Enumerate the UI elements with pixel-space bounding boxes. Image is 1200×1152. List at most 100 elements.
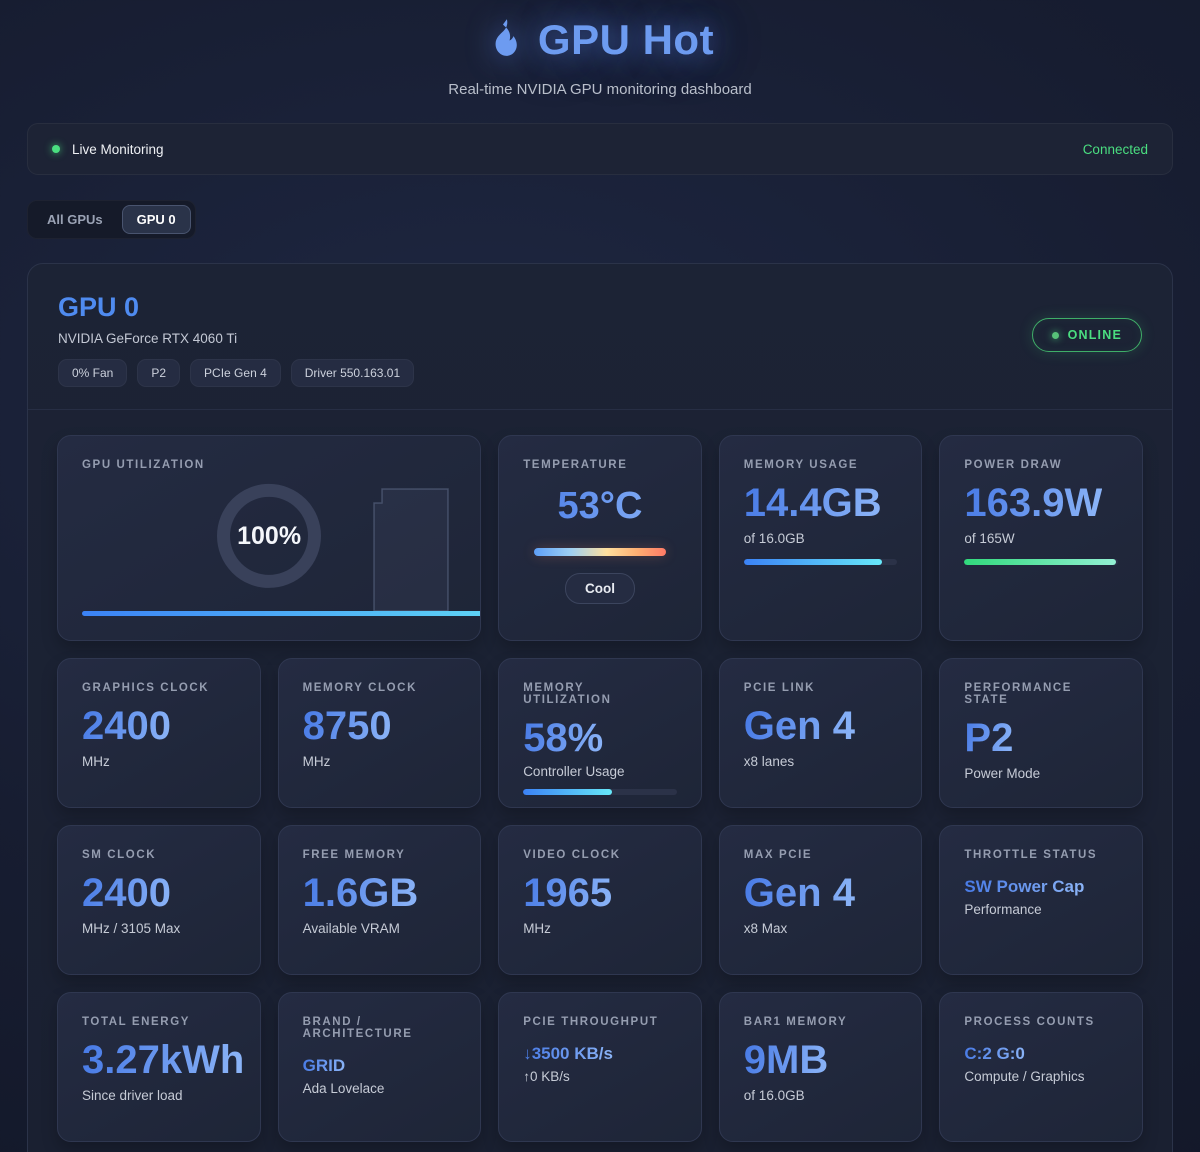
card-label: GPU UTILIZATION [82, 459, 456, 471]
card-label: VIDEO CLOCK [523, 849, 677, 861]
performance-state-value: P2 [964, 717, 1013, 759]
gpu-utilization-card: GPU UTILIZATION 100% [57, 435, 481, 641]
pcie-link-value: Gen 4 [744, 705, 855, 747]
memory-utilization-sub: Controller Usage [523, 764, 677, 779]
pcie-link-card: PCIE LINK Gen 4 x8 lanes [719, 658, 923, 808]
card-label: POWER DRAW [964, 459, 1118, 471]
pcie-throughput-card: PCIE THROUGHPUT ↓3500 KB/s ↑0 KB/s [498, 992, 702, 1142]
utilization-value: 100% [237, 521, 301, 550]
temperature-card: TEMPERATURE 53°C Cool [498, 435, 702, 641]
graphics-clock-value: 2400 [82, 705, 171, 747]
power-draw-track [964, 559, 1118, 565]
metric-cards-grid: GPU UTILIZATION 100% TEMPERATURE 53°C Co… [28, 410, 1172, 1142]
graphics-clock-card: GRAPHICS CLOCK 2400 MHz [57, 658, 261, 808]
process-counts-card: PROCESS COUNTS C:2 G:0 Compute / Graphic… [939, 992, 1143, 1142]
utilization-history-chart [368, 481, 456, 611]
card-label: TEMPERATURE [523, 459, 677, 471]
memory-usage-sub: of 16.0GB [744, 531, 898, 546]
memory-utilization-card: MEMORY UTILIZATION 58% Controller Usage [498, 658, 702, 808]
driver-badge: Driver 550.163.01 [291, 359, 414, 387]
card-label: FREE MEMORY [303, 849, 457, 861]
free-memory-card: FREE MEMORY 1.6GB Available VRAM [278, 825, 482, 975]
temperature-status-badge: Cool [565, 573, 635, 604]
gpu-model: NVIDIA GeForce RTX 4060 Ti [58, 331, 414, 346]
throttle-status-sub: Performance [964, 902, 1118, 917]
card-label: MEMORY CLOCK [303, 682, 457, 694]
card-label: BRAND / ARCHITECTURE [303, 1016, 457, 1040]
gpu-badges: 0% Fan P2 PCIe Gen 4 Driver 550.163.01 [58, 359, 414, 387]
temperature-gradient-bar [534, 548, 666, 556]
process-counts-sub: Compute / Graphics [964, 1069, 1118, 1084]
memory-utilization-bar [523, 789, 612, 795]
throttle-status-value: SW Power Cap [964, 877, 1084, 897]
throttle-status-card: THROTTLE STATUS SW Power Cap Performance [939, 825, 1143, 975]
utilization-gauge: 100% [217, 484, 321, 588]
flame-icon [486, 18, 524, 62]
power-draw-sub: of 165W [964, 531, 1118, 546]
pcie-badge: PCIe Gen 4 [190, 359, 281, 387]
card-label: MEMORY USAGE [744, 459, 898, 471]
total-energy-value: 3.27kWh [82, 1039, 244, 1081]
online-dot [1052, 332, 1059, 339]
brand-value: GRID [303, 1056, 346, 1076]
temperature-value: 53°C [523, 485, 677, 528]
card-label: TOTAL ENERGY [82, 1016, 236, 1028]
memory-clock-sub: MHz [303, 754, 457, 769]
bar1-memory-card: BAR1 MEMORY 9MB of 16.0GB [719, 992, 923, 1142]
max-pcie-sub: x8 Max [744, 921, 898, 936]
power-draw-value: 163.9W [964, 482, 1102, 524]
page-title: GPU Hot [538, 16, 714, 64]
memory-clock-card: MEMORY CLOCK 8750 MHz [278, 658, 482, 808]
card-label: PCIE LINK [744, 682, 898, 694]
card-label: SM CLOCK [82, 849, 236, 861]
free-memory-value: 1.6GB [303, 872, 419, 914]
video-clock-sub: MHz [523, 921, 677, 936]
total-energy-card: TOTAL ENERGY 3.27kWh Since driver load [57, 992, 261, 1142]
gpu-tabs: All GPUs GPU 0 [27, 200, 196, 239]
free-memory-sub: Available VRAM [303, 921, 457, 936]
memory-utilization-value: 58% [523, 717, 603, 759]
pstate-badge: P2 [137, 359, 180, 387]
total-energy-sub: Since driver load [82, 1088, 236, 1103]
live-monitoring-bar: Live Monitoring Connected [27, 123, 1173, 175]
card-label: BAR1 MEMORY [744, 1016, 898, 1028]
card-label: THROTTLE STATUS [964, 849, 1118, 861]
architecture-sub: Ada Lovelace [303, 1081, 457, 1096]
connection-status: Connected [1083, 142, 1148, 157]
card-label: MEMORY UTILIZATION [523, 682, 677, 706]
power-draw-card: POWER DRAW 163.9W of 165W [939, 435, 1143, 641]
card-label: PERFORMANCE STATE [964, 682, 1118, 706]
memory-usage-value: 14.4GB [744, 482, 882, 524]
sm-clock-sub: MHz / 3105 Max [82, 921, 236, 936]
page-subtitle: Real-time NVIDIA GPU monitoring dashboar… [0, 81, 1200, 98]
card-label: PROCESS COUNTS [964, 1016, 1118, 1028]
performance-state-sub: Power Mode [964, 766, 1118, 781]
card-label: GRAPHICS CLOCK [82, 682, 236, 694]
card-label: PCIE THROUGHPUT [523, 1016, 677, 1028]
memory-usage-bar [744, 559, 882, 565]
pcie-link-sub: x8 lanes [744, 754, 898, 769]
live-monitoring-label: Live Monitoring [72, 142, 164, 157]
tab-gpu-0[interactable]: GPU 0 [122, 205, 191, 234]
utilization-bar [82, 611, 481, 616]
gpu-name: GPU 0 [58, 292, 414, 323]
sm-clock-value: 2400 [82, 872, 171, 914]
gpu-panel-header: GPU 0 NVIDIA GeForce RTX 4060 Ti 0% Fan … [28, 264, 1172, 410]
pcie-tx-value: ↑0 KB/s [523, 1069, 677, 1084]
pcie-rx-value: ↓3500 KB/s [523, 1044, 613, 1064]
brand-architecture-card: BRAND / ARCHITECTURE GRID Ada Lovelace [278, 992, 482, 1142]
bar1-memory-sub: of 16.0GB [744, 1088, 898, 1103]
memory-usage-card: MEMORY USAGE 14.4GB of 16.0GB [719, 435, 923, 641]
online-label: ONLINE [1068, 328, 1122, 342]
gpu-panel: GPU 0 NVIDIA GeForce RTX 4060 Ti 0% Fan … [27, 263, 1173, 1152]
app-header: GPU Hot Real-time NVIDIA GPU monitoring … [0, 0, 1200, 98]
tab-all-gpus[interactable]: All GPUs [32, 205, 118, 234]
online-status-badge: ONLINE [1032, 318, 1142, 352]
graphics-clock-sub: MHz [82, 754, 236, 769]
card-label: MAX PCIE [744, 849, 898, 861]
process-counts-value: C:2 G:0 [964, 1044, 1024, 1064]
bar1-memory-value: 9MB [744, 1039, 828, 1081]
max-pcie-card: MAX PCIE Gen 4 x8 Max [719, 825, 923, 975]
memory-clock-value: 8750 [303, 705, 392, 747]
sm-clock-card: SM CLOCK 2400 MHz / 3105 Max [57, 825, 261, 975]
